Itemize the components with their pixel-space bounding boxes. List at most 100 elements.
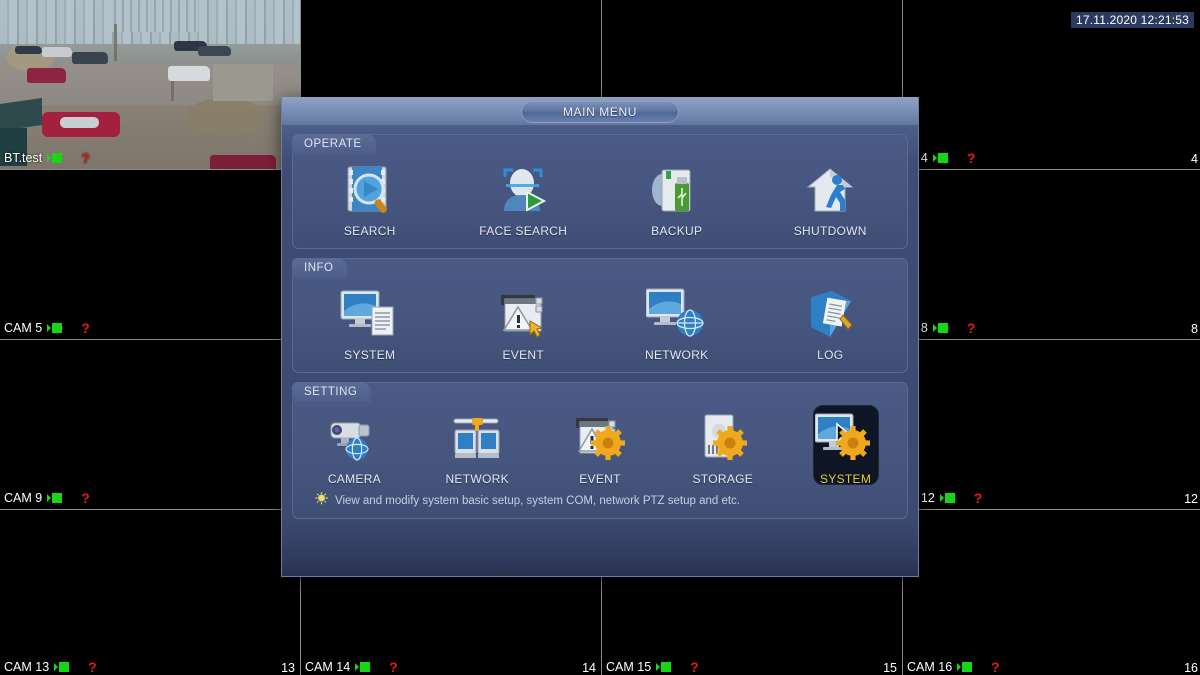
camera-cell[interactable]: M 12? 12 (903, 340, 1200, 509)
menu-item-label: SYSTEM (344, 348, 396, 362)
menu-item-search[interactable]: SEARCH (293, 161, 447, 238)
camera-cell[interactable]: CAM 5? (0, 170, 300, 339)
hint-bar: View and modify system basic setup, syst… (293, 492, 907, 518)
section-header: SETTING (292, 382, 372, 402)
camera-cell[interactable]: CAM 9? (0, 340, 300, 509)
hint-text: View and modify system basic setup, syst… (335, 495, 740, 507)
no-signal-question-icon: ? (81, 320, 90, 336)
monitor-globe-icon (645, 285, 708, 343)
recording-icon (54, 662, 70, 672)
camera-cell[interactable]: M 8?8 (903, 170, 1200, 339)
menu-item-label: LOG (817, 348, 844, 362)
menu-item-log[interactable]: LOG (754, 285, 908, 362)
camera-label: CAM 16? (907, 659, 1000, 675)
recording-icon (656, 662, 672, 672)
channel-number: 12 (1184, 492, 1198, 506)
menu-item-camera[interactable]: CAMERA (293, 409, 416, 486)
channel-number: 16 (1184, 661, 1198, 675)
lightbulb-icon (315, 492, 328, 510)
recording-icon (932, 323, 948, 333)
camera-label: CAM 15? (606, 659, 699, 675)
recording-icon (957, 662, 973, 672)
usb-backup-icon (646, 161, 708, 219)
no-signal-question-icon: ? (973, 490, 983, 506)
shutdown-icon (799, 161, 861, 219)
menu-item-face-search[interactable]: FACE SEARCH (447, 161, 601, 238)
warning-window-icon (492, 285, 554, 343)
menu-item-event[interactable]: EVENT (539, 409, 662, 486)
dvr-screen: BT.test?M 4?4CAM 5?M 8?8CAM 9?M 12?12CAM… (0, 0, 1200, 675)
no-signal-question-icon: ? (81, 150, 90, 166)
menu-item-shutdown[interactable]: SHUTDOWN (754, 161, 908, 238)
menu-item-storage[interactable]: STORAGE (661, 409, 784, 486)
no-signal-question-icon: ? (966, 150, 976, 166)
menu-item-backup[interactable]: BACKUP (600, 161, 754, 238)
menu-item-label: NETWORK (445, 472, 509, 486)
menu-item-system[interactable]: SYSTEM (293, 285, 447, 362)
menu-item-label: CAMERA (327, 472, 381, 486)
network-monitors-icon (446, 409, 508, 467)
recording-icon (355, 662, 371, 672)
recording-icon (47, 323, 63, 333)
menu-item-label: STORAGE (692, 472, 754, 486)
camera-label: CAM 9? (4, 490, 90, 506)
recording-icon (932, 153, 948, 163)
channel-number: 14 (582, 661, 596, 675)
section-header: INFO (292, 258, 348, 278)
camera-name: CAM 13 (4, 660, 50, 674)
camera-label: CAM 14? (305, 659, 398, 675)
no-signal-question-icon: ? (389, 659, 398, 675)
camera-cell[interactable]: CAM 13? 13 (0, 510, 300, 675)
menu-section: INFO SYSTEM EVENT NETWORK LOG (292, 258, 908, 373)
recording-icon (47, 493, 63, 503)
menu-item-network[interactable]: NETWORK (416, 409, 539, 486)
log-book-icon (799, 285, 861, 343)
menu-section: SETTING CAMERA NETWORK EVENT STORAGE SYSTEM Vi… (292, 382, 908, 519)
menu-item-system[interactable]: SYSTEM (784, 405, 907, 486)
section-header: OPERATE (292, 134, 376, 154)
menu-item-label: BACKUP (651, 224, 703, 238)
no-signal-question-icon: ? (81, 490, 90, 506)
warning-window-gear-icon (569, 409, 631, 467)
menu-item-network[interactable]: NETWORK (600, 285, 754, 362)
camera-name: BT.test (4, 151, 43, 165)
menu-item-label: SYSTEM (820, 472, 872, 486)
camera-globe-icon (323, 409, 385, 467)
recording-icon (939, 493, 955, 503)
film-search-icon (339, 161, 401, 219)
menu-item-event[interactable]: EVENT (447, 285, 601, 362)
main-menu-dialog: MAIN MENU OPERATE SEARCH FACE SEARCH BACKUP… (281, 97, 919, 577)
camera-name: CAM 15 (606, 660, 652, 674)
face-search-icon (492, 161, 554, 219)
hdd-gear-icon (692, 409, 754, 467)
dialog-body: OPERATE SEARCH FACE SEARCH BACKUP SHUTDOWN IN… (282, 126, 918, 576)
no-signal-question-icon: ? (991, 659, 1000, 675)
menu-item-label: SHUTDOWN (793, 224, 867, 238)
camera-name: CAM 9 (4, 491, 43, 505)
menu-item-label: NETWORK (645, 348, 709, 362)
no-signal-question-icon: ? (88, 659, 97, 675)
channel-number: 4 (1191, 152, 1198, 166)
menu-item-label: FACE SEARCH (479, 224, 568, 238)
camera-name: CAM 16 (907, 660, 953, 674)
channel-number: 13 (281, 661, 295, 675)
camera-name: CAM 5 (4, 321, 43, 335)
camera-name: CAM 14 (305, 660, 351, 674)
menu-item-label: EVENT (579, 472, 621, 486)
channel-number: 8 (1191, 322, 1198, 336)
camera-label: CAM 13? (4, 659, 97, 675)
monitor-gear-icon (814, 409, 877, 467)
no-signal-question-icon: ? (966, 320, 976, 336)
monitor-doc-icon (339, 285, 401, 343)
no-signal-question-icon: ? (690, 659, 699, 675)
camera-label: CAM 5? (4, 320, 90, 336)
live-video-feed (0, 0, 300, 169)
menu-item-label: EVENT (502, 348, 544, 362)
page-title: MAIN MENU (521, 101, 679, 123)
camera-cell[interactable]: BT.test? (0, 0, 300, 169)
camera-label: BT.test? (4, 150, 90, 166)
channel-number: 15 (883, 661, 897, 675)
recording-icon (47, 153, 63, 163)
timestamp-overlay: 17.11.2020 12:21:53 (1070, 12, 1194, 28)
camera-cell[interactable]: CAM 16? 16 (903, 510, 1200, 675)
